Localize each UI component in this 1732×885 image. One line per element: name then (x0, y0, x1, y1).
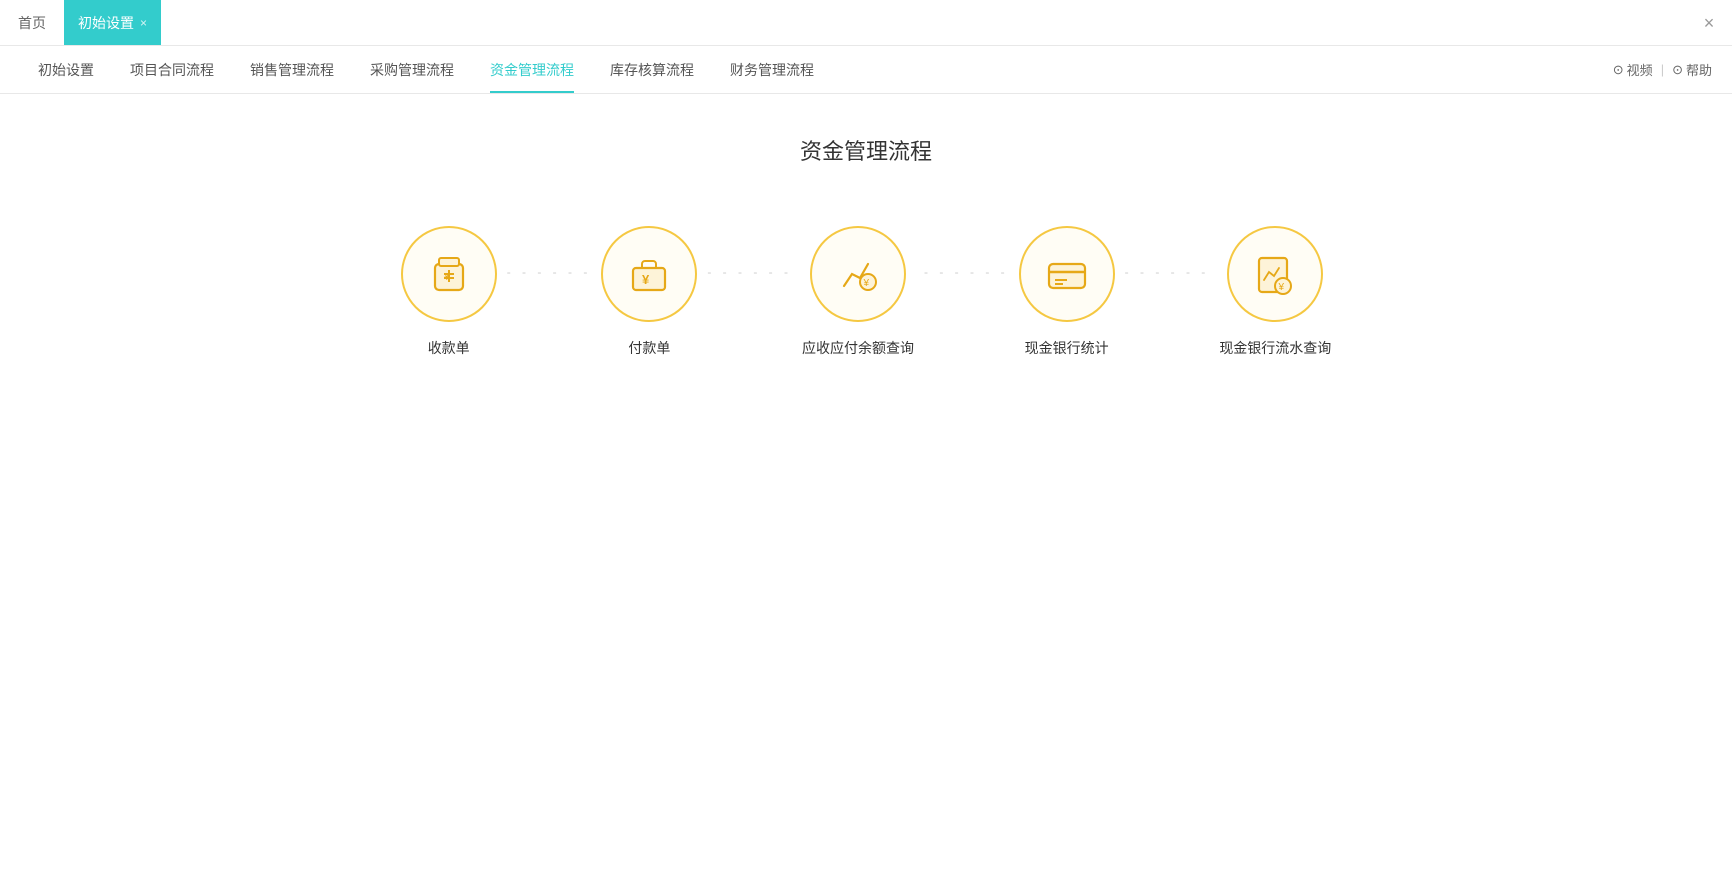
connector-3: - - - - - - (914, 265, 1019, 279)
nav-item-inventory[interactable]: 库存核算流程 (592, 46, 712, 93)
nav-right: ⊙ 视频 | ⊙ 帮助 (1613, 60, 1712, 79)
step-cashbank[interactable]: 现金银行统计 (1019, 226, 1115, 358)
dots-1: - - - - - - (507, 265, 592, 279)
top-bar: 首页 初始设置 × (0, 0, 1732, 46)
window-close-button[interactable]: × (1686, 0, 1732, 46)
video-label: 视频 (1627, 60, 1653, 79)
connector-1: - - - - - - (497, 265, 602, 279)
active-tab-label: 初始设置 (78, 13, 134, 33)
video-button[interactable]: ⊙ 视频 (1613, 60, 1653, 79)
step-cashbank-circle (1019, 226, 1115, 322)
active-tab[interactable]: 初始设置 × (64, 0, 161, 45)
nav-item-project[interactable]: 项目合同流程 (112, 46, 232, 93)
step-cashflow-label: 现金银行流水查询 (1219, 338, 1331, 358)
step-balance-label: 应收应付余额查询 (802, 338, 914, 358)
step-payment[interactable]: ¥ 付款单 (601, 226, 697, 358)
svg-text:¥: ¥ (863, 278, 870, 289)
nav-separator: | (1661, 62, 1664, 77)
step-payment-circle: ¥ (601, 226, 697, 322)
nav-item-finance[interactable]: 财务管理流程 (712, 46, 832, 93)
nav-bar: 初始设置 项目合同流程 销售管理流程 采购管理流程 资金管理流程 库存核算流程 … (0, 46, 1732, 94)
help-icon: ⊙ (1672, 62, 1683, 78)
step-receipt-circle: ¥ (401, 226, 497, 322)
help-button[interactable]: ⊙ 帮助 (1672, 60, 1712, 79)
svg-text:¥: ¥ (1278, 282, 1285, 293)
nav-item-initial[interactable]: 初始设置 (20, 46, 112, 93)
page-title: 资金管理流程 (800, 134, 932, 166)
flow-steps: ¥ 收款单 - - - - - - ¥ 付款单 - - - - - - (60, 226, 1672, 358)
active-tab-close-icon[interactable]: × (140, 16, 147, 30)
connector-4: - - - - - - (1115, 265, 1220, 279)
play-icon: ⊙ (1613, 62, 1624, 78)
step-receipt[interactable]: ¥ 收款单 (401, 226, 497, 358)
nav-item-sales[interactable]: 销售管理流程 (232, 46, 352, 93)
step-balance-circle: ¥ (810, 226, 906, 322)
main-content: 资金管理流程 ¥ 收款单 - - - - - - (0, 94, 1732, 398)
step-balance-query[interactable]: ¥ 应收应付余额查询 (802, 226, 914, 358)
help-label: 帮助 (1686, 60, 1712, 79)
receipt-icon: ¥ (425, 250, 473, 298)
payment-icon: ¥ (625, 250, 673, 298)
svg-text:¥: ¥ (642, 272, 650, 287)
step-payment-label: 付款单 (628, 338, 670, 358)
cashflow-icon: ¥ (1251, 250, 1299, 298)
connector-2: - - - - - - (697, 265, 802, 279)
home-tab[interactable]: 首页 (0, 0, 64, 45)
dots-2: - - - - - - (707, 265, 792, 279)
dots-4: - - - - - - (1125, 265, 1210, 279)
cashbank-icon (1043, 250, 1091, 298)
svg-text:¥: ¥ (443, 272, 450, 283)
step-receipt-label: 收款单 (428, 338, 470, 358)
balance-icon: ¥ (834, 250, 882, 298)
step-cashflow-circle: ¥ (1227, 226, 1323, 322)
nav-item-capital[interactable]: 资金管理流程 (472, 46, 592, 93)
nav-item-purchase[interactable]: 采购管理流程 (352, 46, 472, 93)
step-cashbank-label: 现金银行统计 (1025, 338, 1109, 358)
step-cashflow-query[interactable]: ¥ 现金银行流水查询 (1219, 226, 1331, 358)
dots-3: - - - - - - (924, 265, 1009, 279)
